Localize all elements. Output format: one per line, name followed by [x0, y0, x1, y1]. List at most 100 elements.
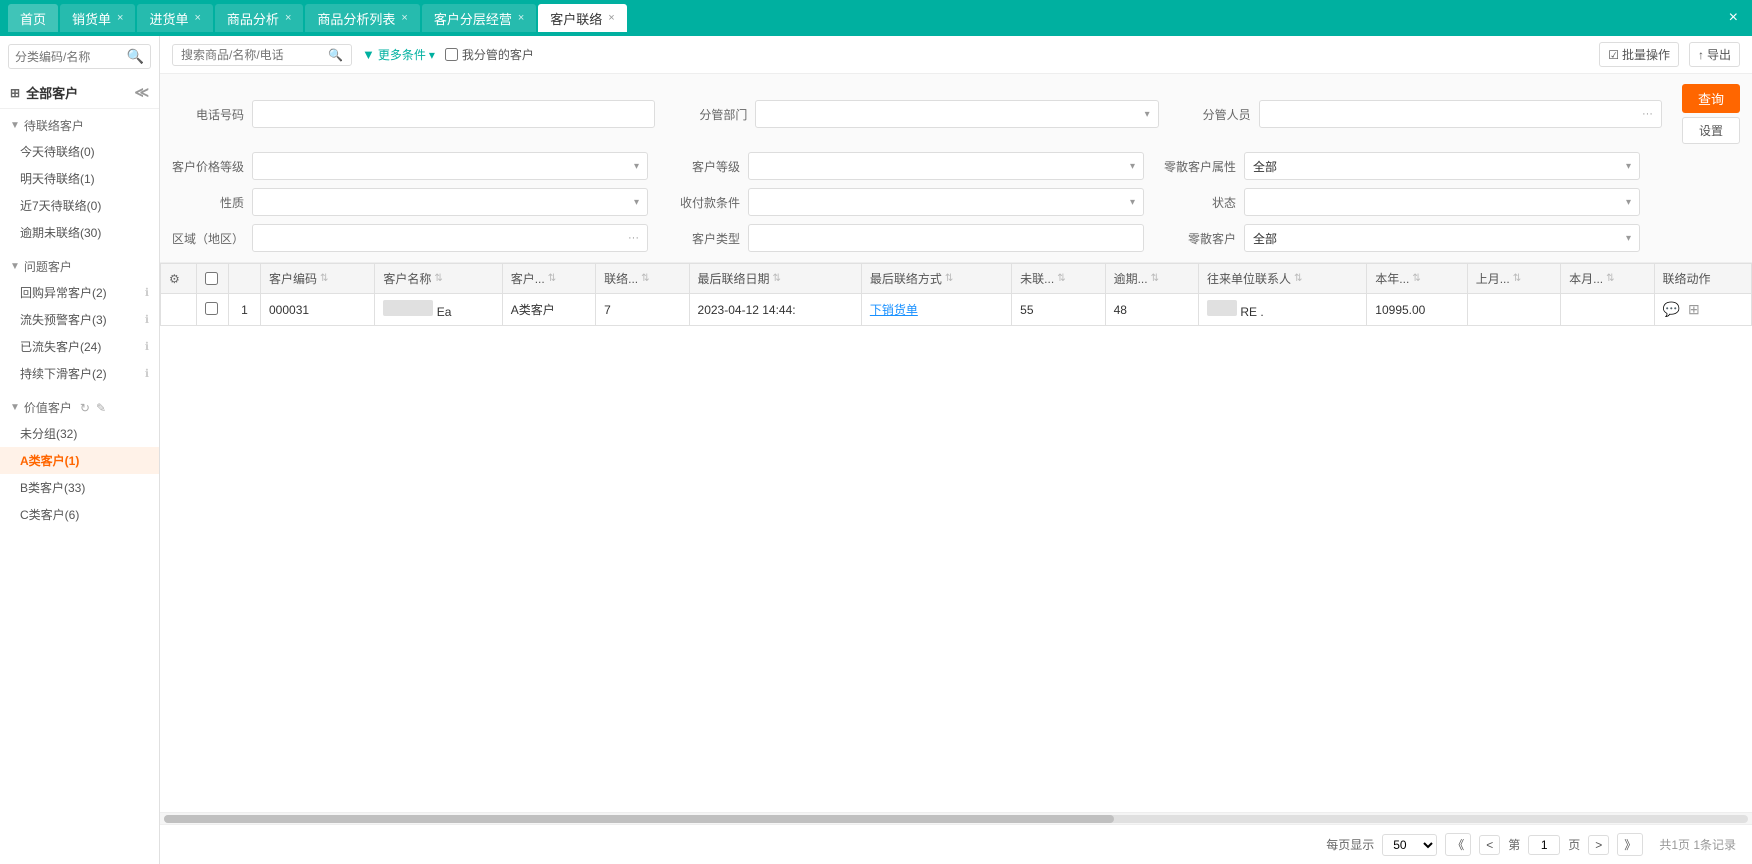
sidebar-item-class-a[interactable]: A类客户(1) [0, 447, 159, 474]
page-suffix: 页 [1568, 836, 1580, 853]
tab-analysis-list-close[interactable]: × [401, 12, 407, 24]
th-last-date[interactable]: 最后联络日期 ⇅ [689, 264, 861, 294]
th-code[interactable]: 客户编码 ⇅ [261, 264, 375, 294]
adv-input-price-level[interactable]: ▾ [252, 152, 648, 180]
filter-search-icon[interactable]: 🔍 [328, 48, 343, 62]
sort-icon8: ⇅ [1151, 273, 1159, 284]
adv-input-region[interactable]: ··· [252, 224, 648, 252]
adv-input-retail[interactable]: 全部 ▾ [1244, 224, 1640, 252]
th-no-contact[interactable]: 未联... ⇅ [1012, 264, 1105, 294]
filter-search-input[interactable] [181, 48, 324, 62]
filter-search-box[interactable]: 🔍 [172, 44, 352, 66]
prev-page-btn[interactable]: < [1479, 835, 1500, 855]
sidebar-item-repurchase-abnormal[interactable]: 回购异常客户(2) ℹ [0, 279, 159, 306]
th-name[interactable]: 客户名称 ⇅ [375, 264, 502, 294]
edit-icon[interactable]: ✎ [96, 401, 106, 415]
tab-analysis-list[interactable]: 商品分析列表 × [305, 4, 419, 32]
tab-purchase[interactable]: 进货单 × [137, 4, 212, 32]
th-checkbox-input[interactable] [205, 272, 218, 285]
chat-icon[interactable]: 💬 [1663, 301, 1680, 318]
td-overdue: 48 [1105, 294, 1198, 326]
th-code-label: 客户编码 [269, 270, 317, 287]
th-unit-contact[interactable]: 往来单位联系人 ⇅ [1199, 264, 1367, 294]
sidebar-item-tomorrow[interactable]: 明天待联络(1) [0, 165, 159, 192]
adv-input-nature[interactable]: ▾ [252, 188, 648, 216]
first-page-btn[interactable]: 《 [1445, 833, 1471, 856]
adv-input-phone[interactable] [252, 100, 655, 128]
batch-op-button[interactable]: ☑ 批量操作 [1599, 42, 1679, 67]
th-last-method[interactable]: 最后联络方式 ⇅ [861, 264, 1011, 294]
th-checkbox[interactable] [197, 264, 229, 294]
more-btn-icon[interactable]: ··· [1642, 108, 1653, 120]
tab-purchase-close[interactable]: × [194, 12, 200, 24]
sidebar-item-7days[interactable]: 近7天待联络(0) [0, 192, 159, 219]
adv-input-customer-type[interactable] [748, 224, 1144, 252]
tab-home[interactable]: 首页 [8, 4, 58, 32]
qr-icon[interactable]: ⊞ [1688, 301, 1700, 318]
sidebar-item-unclassified[interactable]: 未分组(32) [0, 420, 159, 447]
next-page-btn[interactable]: > [1588, 835, 1609, 855]
tab-sales[interactable]: 销货单 × [60, 4, 135, 32]
tab-customer-segment[interactable]: 客户分层经营 × [422, 4, 536, 32]
sidebar-search-input[interactable] [15, 50, 123, 64]
sidebar-item-churn-warning[interactable]: 流失预警客户(3) ℹ [0, 306, 159, 333]
query-button[interactable]: 查询 [1682, 84, 1740, 113]
adv-input-retail-attr[interactable]: 全部 ▾ [1244, 152, 1640, 180]
more-btn-icon2[interactable]: ··· [628, 232, 639, 244]
nav-close-all[interactable]: × [1723, 9, 1744, 27]
tab-analysis-close[interactable]: × [285, 12, 291, 24]
tab-analysis[interactable]: 商品分析 × [215, 4, 303, 32]
filter-more-btn[interactable]: ▼ 更多条件 ▾ [362, 46, 435, 63]
scrollbar-thumb[interactable] [164, 815, 1114, 823]
refresh-icon[interactable]: ↻ [80, 401, 90, 415]
sidebar-search-box[interactable]: 🔍 [8, 44, 151, 69]
th-last-month[interactable]: 上月... ⇅ [1467, 264, 1560, 294]
th-category[interactable]: 客户... ⇅ [502, 264, 595, 294]
th-settings[interactable]: ⚙ [161, 264, 197, 294]
sidebar-item-churned[interactable]: 已流失客户(24) ℹ [0, 333, 159, 360]
td-checkbox-cell[interactable] [197, 294, 229, 326]
sidebar-item-declining[interactable]: 持续下滑客户(2) ℹ [0, 360, 159, 387]
per-page-select[interactable]: 50 100 200 [1382, 834, 1437, 856]
tab-customer-segment-close[interactable]: × [518, 12, 524, 24]
row-checkbox[interactable] [205, 302, 218, 315]
tab-customer-contact[interactable]: 客户联络 × [538, 4, 626, 32]
sidebar-item-class-c[interactable]: C类客户(6) [0, 501, 159, 528]
page-number-input[interactable] [1528, 835, 1560, 855]
sidebar-item-class-c-label: C类客户(6) [20, 506, 79, 523]
th-this-month[interactable]: 本月... ⇅ [1561, 264, 1654, 294]
export-button[interactable]: ↑ 导出 [1689, 42, 1740, 67]
adv-input-manager[interactable]: ··· [1259, 100, 1662, 128]
sidebar-search-icon[interactable]: 🔍 [127, 48, 144, 65]
my-customers-check[interactable] [445, 48, 458, 61]
settings-icon[interactable]: ⚙ [169, 272, 180, 286]
adv-input-status[interactable]: ▾ [1244, 188, 1640, 216]
tab-sales-close[interactable]: × [117, 12, 123, 24]
settings-button[interactable]: 设置 [1682, 117, 1740, 144]
per-page-label: 每页显示 [1326, 836, 1374, 853]
sidebar-item-overdue[interactable]: 逾期未联络(30) [0, 219, 159, 246]
last-contact-method[interactable]: 下销货单 [870, 303, 918, 317]
scrollbar-track[interactable] [164, 815, 1748, 823]
sidebar-group-problem-title[interactable]: ▼ 问题客户 [0, 254, 159, 279]
horizontal-scrollbar[interactable] [160, 812, 1752, 824]
sidebar-all-customers[interactable]: ⊞ 全部客户 ≪ [0, 77, 159, 109]
sidebar-group-value-title[interactable]: ▼ 价值客户 ↻ ✎ [0, 395, 159, 420]
th-overdue[interactable]: 逾期... ⇅ [1105, 264, 1198, 294]
last-page-btn[interactable]: 》 [1617, 833, 1643, 856]
adv-input-customer-level[interactable]: ▾ [748, 152, 1144, 180]
my-customers-checkbox[interactable]: 我分管的客户 [445, 46, 534, 63]
td-rownum: 1 [229, 294, 261, 326]
collapse-icon[interactable]: ≪ [134, 84, 149, 101]
tab-customer-contact-close[interactable]: × [608, 12, 614, 24]
adv-field-customer-type: 客户类型 [668, 224, 1144, 252]
adv-row-3: 性质 ▾ 收付款条件 ▾ 状态 [172, 188, 1740, 216]
th-contact[interactable]: 联络... ⇅ [596, 264, 689, 294]
sidebar-item-class-b[interactable]: B类客户(33) [0, 474, 159, 501]
th-this-year[interactable]: 本年... ⇅ [1367, 264, 1467, 294]
adv-input-payment[interactable]: ▾ [748, 188, 1144, 216]
sidebar-group-pending-title[interactable]: ▼ 待联络客户 [0, 113, 159, 138]
sidebar-group-problem: ▼ 问题客户 回购异常客户(2) ℹ 流失预警客户(3) ℹ 已流失客户(24)… [0, 250, 159, 391]
adv-input-dept[interactable]: ▾ [755, 100, 1158, 128]
sidebar-item-today[interactable]: 今天待联络(0) [0, 138, 159, 165]
